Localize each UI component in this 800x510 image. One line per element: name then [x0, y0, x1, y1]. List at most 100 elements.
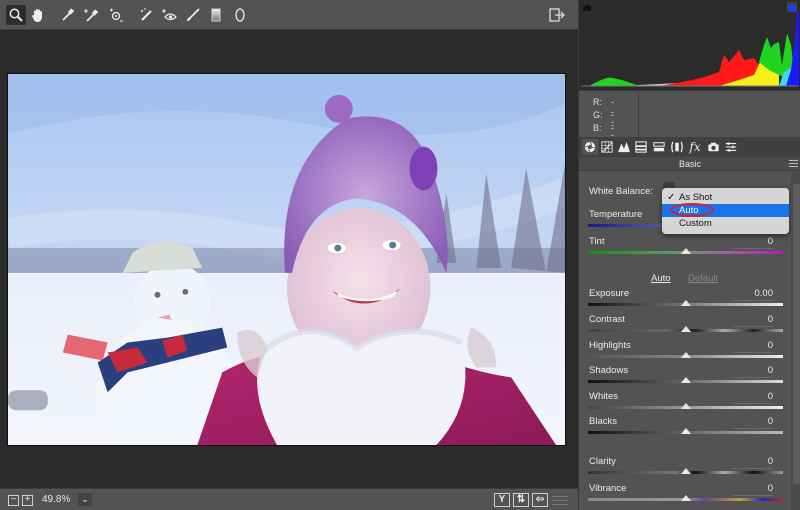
targeted-adjustment-tool-button[interactable]: [106, 5, 126, 25]
red-eye-tool-button[interactable]: [159, 5, 179, 25]
tab-split-toning[interactable]: [651, 139, 667, 155]
panel-scrollbar[interactable]: [791, 172, 800, 510]
wb-option-as-shot[interactable]: ✓ As Shot: [662, 191, 789, 204]
color-sampler-tool-button[interactable]: [81, 5, 101, 25]
histogram-green-low: [589, 77, 639, 86]
panel-title: Basic: [579, 157, 800, 171]
eyedropper-icon: [62, 8, 75, 21]
camera-raw-window: − + 49.8% ⌄ Y ⇅ ⇦ R:--- G:--- B:---: [0, 0, 800, 510]
graduated-filter-tool-button[interactable]: [206, 5, 226, 25]
status-bar: − + 49.8% ⌄ Y ⇅ ⇦: [0, 488, 578, 510]
hand-icon: [32, 9, 42, 22]
lens-icon: [671, 141, 683, 153]
vibrance-value[interactable]: 0: [733, 483, 773, 496]
mountains-icon: [618, 141, 630, 153]
rgb-readout: R:--- G:--- B:---: [579, 90, 800, 153]
preview-canvas[interactable]: [0, 30, 578, 488]
hand-tool-button[interactable]: [28, 5, 48, 25]
highlights-slider-thumb[interactable]: [681, 352, 691, 358]
shadows-value[interactable]: 0: [733, 365, 773, 378]
before-after-view-button[interactable]: Y: [494, 493, 510, 507]
ellipse-icon: [235, 8, 245, 22]
zoom-in-button[interactable]: +: [22, 495, 33, 506]
rgb-readout-box: R:--- G:--- B:---: [579, 91, 639, 153]
spot-removal-tool-button[interactable]: [136, 5, 156, 25]
whites-label: Whites: [589, 391, 619, 402]
zoom-out-button[interactable]: −: [8, 495, 19, 506]
shadows-label: Shadows: [589, 365, 629, 376]
panel-menu-icon[interactable]: [789, 160, 798, 167]
copy-settings-button[interactable]: ⇦: [532, 493, 548, 507]
tab-effects[interactable]: fx: [687, 139, 703, 155]
whites-slider-thumb[interactable]: [681, 403, 691, 409]
zoom-tool-button[interactable]: [6, 5, 26, 25]
green-readout: G: ---: [593, 110, 614, 140]
contrast-label: Contrast: [589, 314, 625, 325]
open-in-icon: [549, 8, 565, 22]
exposure-value[interactable]: 0.00: [733, 288, 773, 301]
split-toning-icon: [653, 142, 665, 152]
shadow-clipping-warning-icon[interactable]: [582, 2, 592, 12]
swap-settings-button[interactable]: ⇅: [513, 493, 529, 507]
red-readout: R: ---: [593, 97, 614, 127]
photo-preview: [7, 73, 566, 446]
contrast-value[interactable]: 0: [733, 314, 773, 327]
highlights-label: Highlights: [589, 340, 631, 351]
adjustment-brush-tool-button[interactable]: [183, 5, 203, 25]
open-preferences-button[interactable]: [548, 6, 566, 24]
contrast-slider-thumb[interactable]: [681, 326, 691, 332]
tab-presets[interactable]: [723, 139, 739, 155]
clarity-value[interactable]: 0: [733, 456, 773, 469]
tab-detail[interactable]: [616, 139, 632, 155]
tab-hsl[interactable]: [633, 139, 649, 155]
tab-lens-corrections[interactable]: [669, 139, 685, 155]
whites-value[interactable]: 0: [733, 391, 773, 404]
zoom-level: 49.8%: [42, 494, 71, 505]
target-adjust-icon: [110, 8, 123, 22]
adjustments-panel: R:--- G:--- B:--- fx: [578, 0, 800, 510]
checkmark-icon: ✓: [667, 192, 676, 203]
radial-filter-tool-button[interactable]: [230, 5, 250, 25]
blacks-label: Blacks: [589, 416, 617, 427]
highlight-clipping-warning-icon[interactable]: [787, 2, 797, 12]
wb-option-custom[interactable]: Custom: [662, 217, 789, 230]
toggle-settings-icon[interactable]: [552, 496, 568, 505]
hsl-icon: [635, 141, 647, 153]
tint-value[interactable]: 0: [733, 236, 773, 249]
default-button[interactable]: Default: [688, 273, 718, 284]
white-balance-tool-button[interactable]: [58, 5, 78, 25]
gradient-icon: [211, 8, 221, 22]
zoom-dropdown[interactable]: ⌄: [78, 493, 92, 506]
white-balance-label: White Balance:: [589, 186, 653, 197]
spot-brush-icon: [141, 8, 152, 21]
histogram-graph: [581, 12, 799, 87]
tab-basic[interactable]: [582, 139, 598, 155]
blue-readout: B:---: [593, 123, 614, 153]
exposure-label: Exposure: [589, 288, 630, 299]
shadows-slider-thumb[interactable]: [681, 377, 691, 383]
clarity-slider-thumb[interactable]: [681, 468, 691, 474]
histogram: [579, 0, 800, 90]
red-eye-icon: [162, 9, 177, 21]
toolbar: [0, 0, 578, 30]
basic-panel-content: White Balance: Temperature Tint 0 ✓ As S…: [579, 172, 789, 510]
vibrance-slider-thumb[interactable]: [681, 495, 691, 501]
panel-scrollbar-thumb[interactable]: [793, 184, 800, 484]
tab-camera-calibration[interactable]: [705, 139, 721, 155]
photo-image: [8, 74, 565, 445]
sliders-icon: [725, 142, 737, 152]
vibrance-label: Vibrance: [589, 483, 627, 494]
eyedropper-plus-icon: [84, 9, 99, 22]
blacks-slider-thumb[interactable]: [681, 428, 691, 434]
highlights-value[interactable]: 0: [733, 340, 773, 353]
wb-option-auto[interactable]: Auto: [662, 203, 789, 217]
blacks-value[interactable]: 0: [733, 416, 773, 429]
tint-slider-thumb[interactable]: [681, 248, 691, 254]
tab-tone-curve[interactable]: [599, 139, 615, 155]
auto-button[interactable]: Auto: [651, 273, 671, 284]
temperature-label: Temperature: [589, 209, 643, 220]
tint-label: Tint: [589, 236, 605, 247]
annotation-circle: [670, 203, 714, 217]
panel-title-text: Basic: [678, 159, 701, 169]
exposure-slider-thumb[interactable]: [681, 300, 691, 306]
